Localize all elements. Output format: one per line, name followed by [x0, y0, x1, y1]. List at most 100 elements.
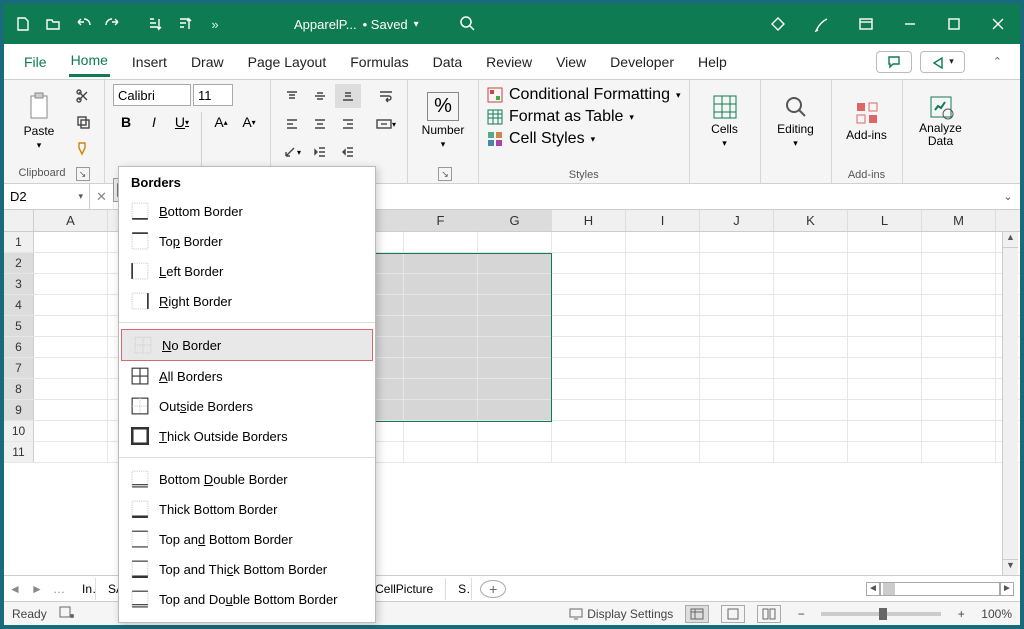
cell[interactable] — [774, 421, 848, 441]
tab-insert[interactable]: Insert — [130, 48, 169, 76]
sheet-nav-next[interactable]: ► — [26, 582, 48, 596]
cell[interactable] — [700, 274, 774, 294]
cell[interactable] — [700, 316, 774, 336]
cell[interactable] — [774, 379, 848, 399]
cell[interactable] — [700, 358, 774, 378]
row-header[interactable]: 8 — [4, 379, 34, 399]
display-settings-button[interactable]: Display Settings — [569, 607, 673, 621]
title-chevron-icon[interactable]: ▾ — [414, 19, 419, 30]
cell[interactable] — [404, 379, 478, 399]
cancel-formula-icon[interactable]: ✕ — [90, 184, 114, 209]
cell[interactable] — [700, 253, 774, 273]
row-header[interactable]: 10 — [4, 421, 34, 441]
cell[interactable] — [34, 337, 108, 357]
cell[interactable] — [626, 379, 700, 399]
search-icon[interactable] — [459, 15, 475, 34]
cell[interactable] — [552, 421, 626, 441]
orientation-icon[interactable]: ▾ — [279, 140, 305, 164]
cell[interactable] — [478, 421, 552, 441]
number-launcher[interactable]: ↘ — [438, 167, 452, 181]
macro-record-icon[interactable] — [59, 605, 75, 622]
merge-center-icon[interactable]: ▾ — [373, 112, 399, 136]
minimize-button[interactable] — [888, 4, 932, 44]
zoom-slider[interactable] — [821, 612, 941, 616]
cut-icon[interactable] — [70, 84, 96, 108]
decrease-font-icon[interactable]: A▾ — [236, 110, 262, 134]
cell[interactable] — [478, 442, 552, 462]
cell[interactable] — [404, 253, 478, 273]
cell[interactable] — [404, 232, 478, 252]
col-J[interactable]: J — [700, 210, 774, 231]
cell[interactable] — [922, 442, 996, 462]
cell[interactable] — [34, 358, 108, 378]
row-header[interactable]: 1 — [4, 232, 34, 252]
cell[interactable] — [478, 400, 552, 420]
border-topbottom-item[interactable]: Top and Bottom Border — [119, 524, 375, 554]
cell[interactable] — [552, 442, 626, 462]
cell[interactable] — [34, 253, 108, 273]
expand-formula-icon[interactable]: ⌄ — [996, 184, 1020, 209]
font-size-input[interactable] — [193, 84, 233, 106]
zoom-out-button[interactable]: − — [793, 607, 809, 621]
cell[interactable] — [848, 274, 922, 294]
cell[interactable] — [848, 358, 922, 378]
cell[interactable] — [700, 379, 774, 399]
row-header[interactable]: 5 — [4, 316, 34, 336]
align-top-icon[interactable] — [279, 84, 305, 108]
wrap-text-icon[interactable] — [373, 84, 399, 108]
cell[interactable] — [700, 295, 774, 315]
cell[interactable] — [922, 316, 996, 336]
italic-button[interactable]: I — [141, 110, 167, 134]
align-left-icon[interactable] — [279, 112, 305, 136]
cell[interactable] — [552, 295, 626, 315]
tab-file[interactable]: File — [22, 48, 49, 76]
cell[interactable] — [626, 295, 700, 315]
ribbon-display-icon[interactable] — [844, 4, 888, 44]
cell[interactable] — [34, 295, 108, 315]
cell[interactable] — [34, 400, 108, 420]
cell[interactable] — [404, 316, 478, 336]
cell[interactable] — [626, 253, 700, 273]
sheet-tab-1[interactable]: In… — [70, 578, 96, 600]
sheet-nav-prev[interactable]: ◄ — [4, 582, 26, 596]
border-thickbottom-item[interactable]: Thick Bottom Border — [119, 494, 375, 524]
addins-button[interactable]: Add-ins — [840, 84, 894, 158]
cell[interactable] — [478, 274, 552, 294]
format-as-table-button[interactable]: Format as Table▾ — [487, 108, 634, 126]
col-G[interactable]: G — [478, 210, 552, 231]
tab-formulas[interactable]: Formulas — [348, 48, 410, 76]
new-file-icon[interactable] — [10, 10, 36, 38]
row-header[interactable]: 9 — [4, 400, 34, 420]
border-dblbottom-item[interactable]: Bottom Double Border — [119, 464, 375, 494]
cell[interactable] — [552, 337, 626, 357]
cell[interactable] — [626, 400, 700, 420]
cell[interactable] — [552, 232, 626, 252]
cell[interactable] — [626, 421, 700, 441]
editing-button[interactable]: Editing▾ — [769, 84, 823, 158]
cell[interactable] — [34, 442, 108, 462]
cell[interactable] — [848, 295, 922, 315]
border-bottom-item[interactable]: Bottom Border — [119, 196, 375, 226]
zoom-in-button[interactable]: + — [953, 607, 969, 621]
zoom-level[interactable]: 100% — [981, 607, 1012, 621]
comments-button[interactable] — [876, 51, 912, 73]
cell[interactable] — [478, 295, 552, 315]
col-F[interactable]: F — [404, 210, 478, 231]
cell[interactable] — [626, 274, 700, 294]
sheet-tab-6[interactable]: S… — [446, 578, 472, 600]
format-painter-icon[interactable] — [70, 136, 96, 160]
row-header[interactable]: 2 — [4, 253, 34, 273]
col-H[interactable]: H — [552, 210, 626, 231]
cell[interactable] — [404, 442, 478, 462]
horizontal-scrollbar[interactable]: ◄► — [514, 582, 1020, 596]
cell[interactable] — [34, 274, 108, 294]
cell[interactable] — [404, 358, 478, 378]
border-topthickbottom-item[interactable]: Top and Thick Bottom Border — [119, 554, 375, 584]
close-button[interactable] — [976, 4, 1020, 44]
cell[interactable] — [552, 358, 626, 378]
cell[interactable] — [848, 442, 922, 462]
cell[interactable] — [34, 316, 108, 336]
cell[interactable] — [626, 442, 700, 462]
cell[interactable] — [848, 421, 922, 441]
cell[interactable] — [774, 358, 848, 378]
